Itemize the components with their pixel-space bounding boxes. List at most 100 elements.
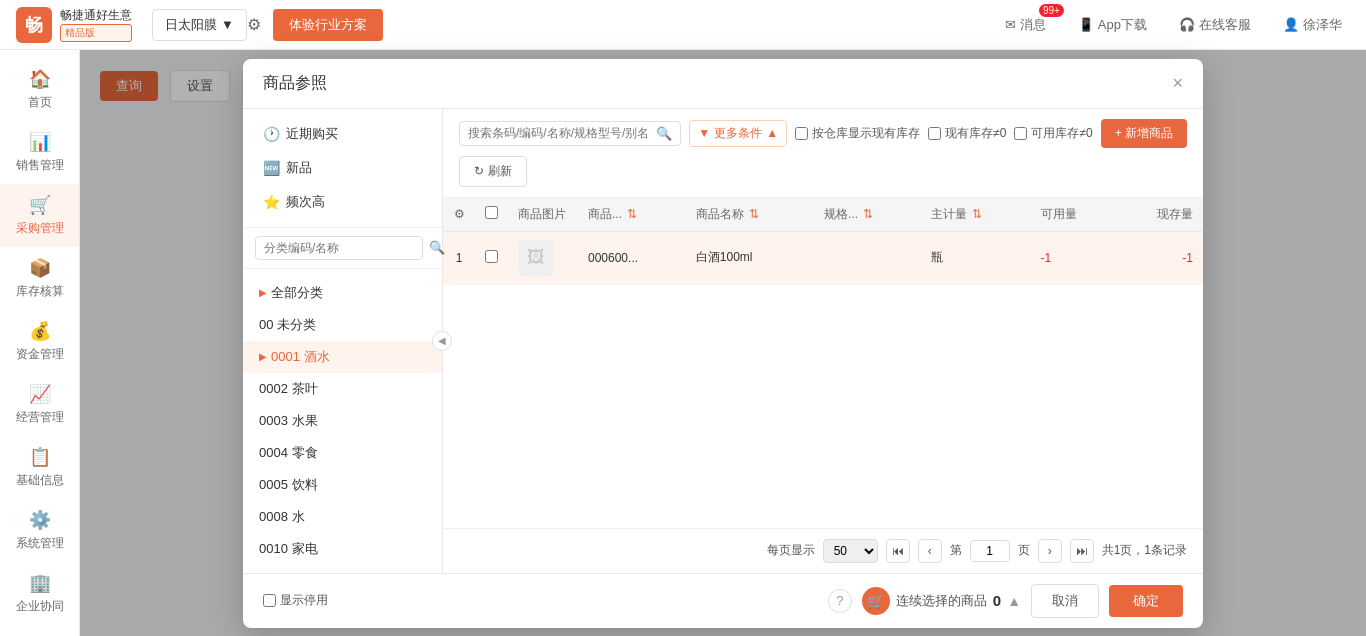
row-checkbox[interactable] <box>485 250 498 263</box>
logo-text: 畅捷通好生意 精品版 <box>60 7 132 42</box>
cell-stock: -1 <box>1117 231 1203 284</box>
category-item-all[interactable]: ▶ 全部分类 <box>243 277 442 309</box>
table-header: ⚙ 商品图片 商品... ⇅ <box>443 198 1203 232</box>
show-disabled-checkbox[interactable] <box>263 594 276 607</box>
sidebar-label-sales: 销售管理 <box>16 157 64 174</box>
category-item-0003-label: 0003 水果 <box>259 412 318 430</box>
filter-icon: ▼ <box>698 126 710 140</box>
gear-icon[interactable]: ⚙ <box>247 15 261 34</box>
nav-dropdown[interactable]: 日太阳膜 ▼ <box>152 9 247 41</box>
show-disabled-label[interactable]: 显示停用 <box>263 592 328 609</box>
cell-code: 000600... <box>578 231 686 284</box>
cart-icon[interactable]: 🛒 <box>862 587 890 615</box>
page-number-input[interactable] <box>970 540 1010 562</box>
category-item-00[interactable]: 00 未分类 <box>243 309 442 341</box>
sidebar-item-guide[interactable]: 🎯 新手引导 <box>0 625 79 636</box>
product-table-wrap: ⚙ 商品图片 商品... ⇅ <box>443 198 1203 528</box>
modal-title: 商品参照 <box>263 73 327 94</box>
check-stock-not-zero-label[interactable]: 现有库存≠0 <box>928 125 1006 142</box>
user-menu-button[interactable]: 👤 徐泽华 <box>1275 12 1350 38</box>
cell-spec <box>814 231 921 284</box>
sidebar-item-purchase[interactable]: 🛒 采购管理 <box>0 184 79 247</box>
sidebar-item-collab[interactable]: 🏢 企业协同 <box>0 562 79 625</box>
modal-footer: 显示停用 ? 🛒 连续选择的商品 0 ▲ 取消 确定 <box>243 573 1203 628</box>
category-item-0001-label: 0001 酒水 <box>271 348 330 366</box>
app-download-button[interactable]: 📱 App下载 <box>1070 12 1155 38</box>
per-page-select[interactable]: 50 100 200 <box>823 539 878 563</box>
help-icon[interactable]: ? <box>828 589 852 613</box>
search-icon-btn[interactable]: 🔍 <box>656 126 672 141</box>
online-service-button[interactable]: 🎧 在线客服 <box>1171 12 1259 38</box>
category-item-0008[interactable]: 0008 水 <box>243 501 442 533</box>
modal-close-button[interactable]: × <box>1172 73 1183 94</box>
product-search-input[interactable] <box>468 126 652 140</box>
basic-icon: 📋 <box>29 446 51 468</box>
add-product-button[interactable]: + 新增商品 <box>1101 119 1187 148</box>
prev-page-button[interactable]: ‹ <box>918 539 942 563</box>
sidebar-item-inventory[interactable]: 📦 库存核算 <box>0 247 79 310</box>
right-toolbar: 🔍 ▼ 更多条件 ▲ 按仓库显示现有库存 <box>443 109 1203 198</box>
sidebar-item-home[interactable]: 🏠 首页 <box>0 58 79 121</box>
sidebar-item-finance[interactable]: 💰 资金管理 <box>0 310 79 373</box>
category-search-input[interactable] <box>255 236 423 260</box>
th-name-sort-icon: ⇅ <box>749 207 759 221</box>
sidebar-label-home: 首页 <box>28 94 52 111</box>
system-icon: ⚙️ <box>29 509 51 531</box>
modal-body: 🕐 近期购买 🆕 新品 ⭐ 频次高 <box>243 109 1203 573</box>
product-table: ⚙ 商品图片 商品... ⇅ <box>443 198 1203 285</box>
category-item-0004[interactable]: 0004 零食 <box>243 437 442 469</box>
category-item-0010[interactable]: 0010 家电 <box>243 533 442 565</box>
select-all-checkbox[interactable] <box>485 206 498 219</box>
sidebar: 🏠 首页 📊 销售管理 🛒 采购管理 📦 库存核算 💰 资金管理 📈 经营管理 … <box>0 50 80 636</box>
product-search-wrap: 🔍 <box>459 121 681 146</box>
home-icon: 🏠 <box>29 68 51 90</box>
check-stock-not-zero-input[interactable] <box>928 127 941 140</box>
sidebar-item-business[interactable]: 📈 经营管理 <box>0 373 79 436</box>
th-unit[interactable]: 主计量 ⇅ <box>921 198 1031 232</box>
more-filters-button[interactable]: ▼ 更多条件 ▲ <box>689 120 787 147</box>
trial-industry-button[interactable]: 体验行业方案 <box>273 9 383 41</box>
category-item-0002[interactable]: 0002 茶叶 <box>243 373 442 405</box>
th-name[interactable]: 商品名称 ⇅ <box>686 198 814 232</box>
modal-header: 商品参照 × <box>243 59 1203 109</box>
check-by-warehouse-label[interactable]: 按仓库显示现有库存 <box>795 125 920 142</box>
th-image: 商品图片 <box>508 198 578 232</box>
username-label: 徐泽华 <box>1303 16 1342 34</box>
quick-item-frequent[interactable]: ⭐ 频次高 <box>255 187 430 217</box>
quick-item-recent-label: 近期购买 <box>286 125 338 143</box>
th-settings[interactable]: ⚙ <box>443 198 475 232</box>
refresh-button[interactable]: ↻ 刷新 <box>459 156 527 187</box>
category-item-0005[interactable]: 0005 饮料 <box>243 469 442 501</box>
check-by-warehouse-input[interactable] <box>795 127 808 140</box>
cart-collapse-arrow[interactable]: ▲ <box>1007 593 1021 609</box>
search-icon[interactable]: 🔍 <box>429 240 445 255</box>
check-available-not-zero-label[interactable]: 可用库存≠0 <box>1014 125 1092 142</box>
product-reference-modal: 商品参照 × 🕐 近期购买 🆕 <box>243 59 1203 628</box>
messages-button[interactable]: ✉ 消息 99+ <box>997 12 1054 38</box>
cancel-button[interactable]: 取消 <box>1031 584 1099 618</box>
cell-checkbox[interactable] <box>475 231 508 284</box>
next-page-button[interactable]: › <box>1038 539 1062 563</box>
first-page-button[interactable]: ⏮ <box>886 539 910 563</box>
sidebar-item-sales[interactable]: 📊 销售管理 <box>0 121 79 184</box>
th-unit-sort-icon: ⇅ <box>972 207 982 221</box>
category-list: ▶ 全部分类 00 未分类 ▶ 0001 酒水 0002 茶 <box>243 269 442 573</box>
sidebar-item-system[interactable]: ⚙️ 系统管理 <box>0 499 79 562</box>
th-checkbox[interactable] <box>475 198 508 232</box>
confirm-button[interactable]: 确定 <box>1109 585 1183 617</box>
category-item-0003[interactable]: 0003 水果 <box>243 405 442 437</box>
table-row[interactable]: 1 🖼 000600... 白酒100ml <box>443 231 1203 284</box>
quick-item-new[interactable]: 🆕 新品 <box>255 153 430 183</box>
th-code[interactable]: 商品... ⇅ <box>578 198 686 232</box>
left-panel-collapse-button[interactable]: ◀ <box>432 331 452 351</box>
category-item-0001[interactable]: ▶ 0001 酒水 <box>243 341 442 373</box>
last-page-button[interactable]: ⏭ <box>1070 539 1094 563</box>
cell-available: -1 <box>1031 231 1117 284</box>
check-available-not-zero-input[interactable] <box>1014 127 1027 140</box>
th-spec[interactable]: 规格... ⇅ <box>814 198 921 232</box>
quick-item-recent[interactable]: 🕐 近期购买 <box>255 119 430 149</box>
sidebar-item-basic[interactable]: 📋 基础信息 <box>0 436 79 499</box>
total-info: 共1页，1条记录 <box>1102 542 1187 559</box>
refresh-label: 刷新 <box>488 163 512 180</box>
sidebar-label-inventory: 库存核算 <box>16 283 64 300</box>
